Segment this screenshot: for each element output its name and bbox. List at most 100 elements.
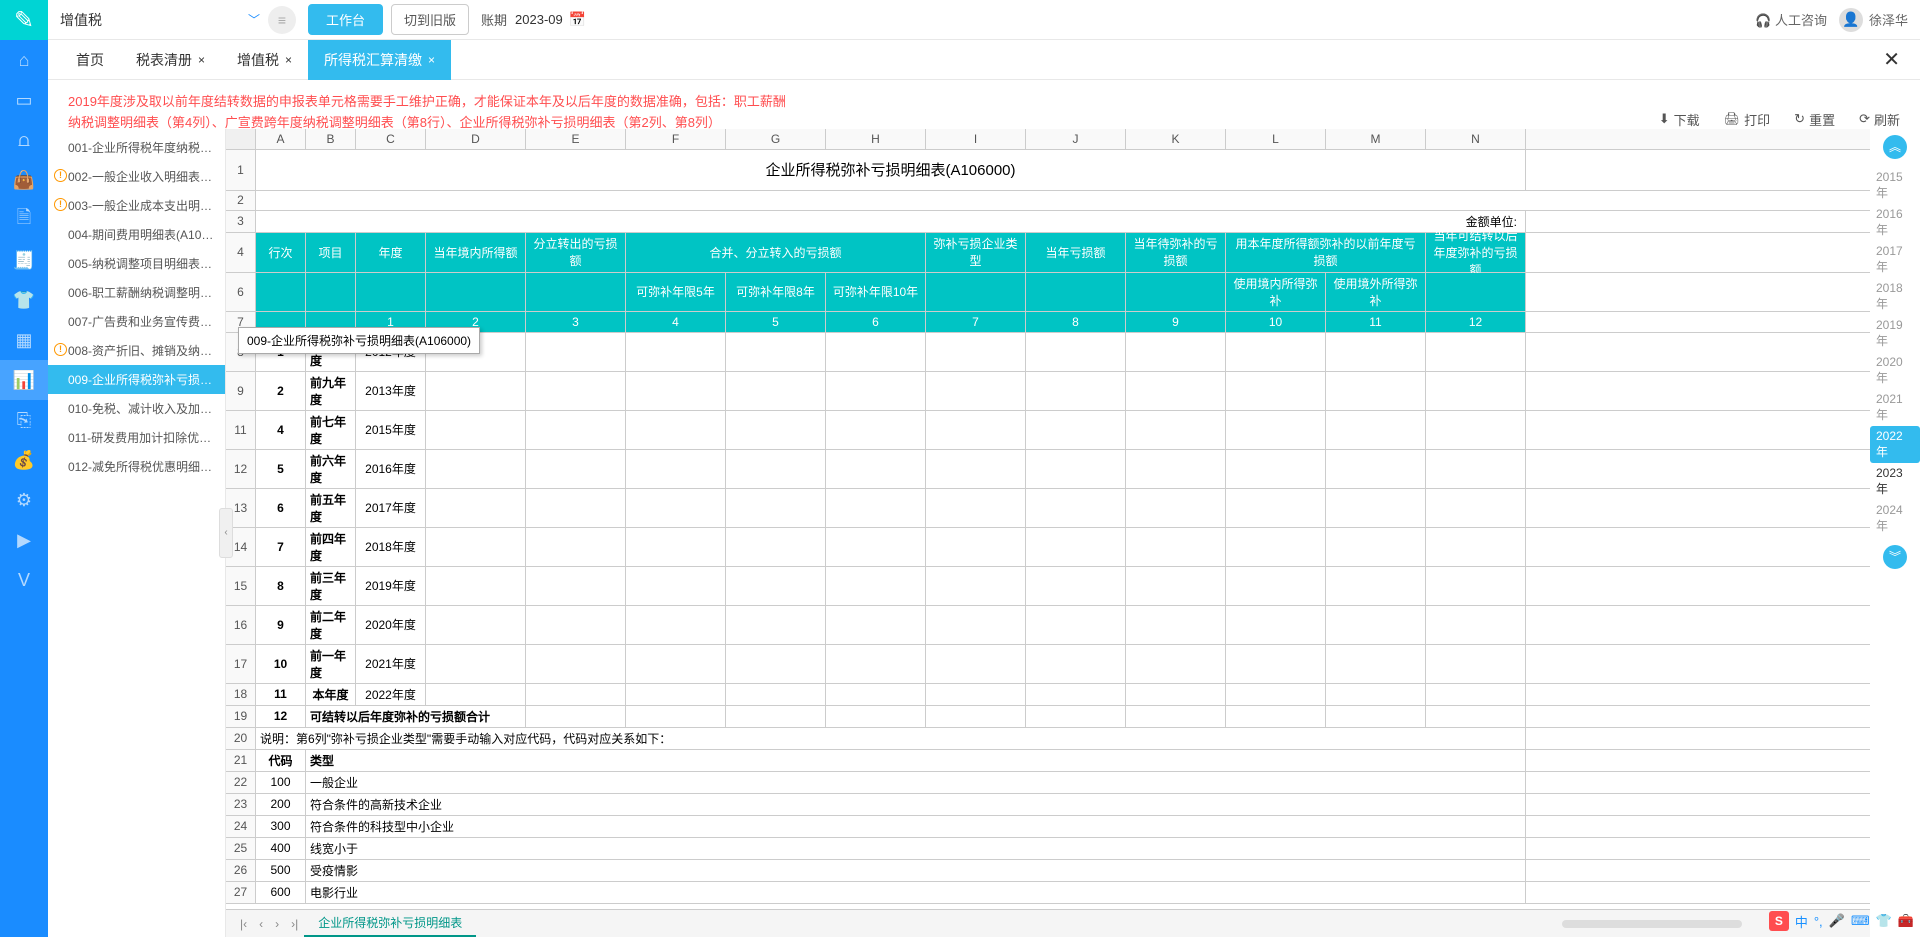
note[interactable]: 说明：第6列"弥补亏损企业类型"需要手动输入对应代码，代码对应关系如下： [256, 728, 1526, 749]
cell[interactable]: 合并、分立转入的亏损额 [626, 233, 926, 272]
sheet-item-8[interactable]: 009-企业所得税弥补亏损明... [48, 365, 225, 394]
cell[interactable] [526, 567, 626, 605]
sheet-item-2[interactable]: 003-一般企业成本支出明细... [48, 191, 225, 220]
cell[interactable] [1026, 645, 1126, 683]
cell[interactable] [426, 684, 526, 705]
cell[interactable]: 3 [526, 312, 626, 332]
cell[interactable] [426, 567, 526, 605]
module-dropdown[interactable]: 增值税 ﹀ [60, 10, 260, 30]
cell[interactable] [826, 333, 926, 371]
cell[interactable]: 符合条件的科技型中小企业 [306, 816, 1526, 837]
tab-close-icon[interactable]: × [285, 53, 292, 67]
oldver-button[interactable]: 切到旧版 [391, 4, 469, 35]
cell[interactable]: 7 [256, 528, 306, 566]
cell[interactable]: 2021年度 [356, 645, 426, 683]
cell[interactable]: 8 [256, 567, 306, 605]
cell[interactable] [1326, 645, 1426, 683]
row-header[interactable]: 21 [226, 750, 256, 771]
cell[interactable] [726, 333, 826, 371]
zoom-slider[interactable] [1562, 920, 1742, 928]
row-header[interactable]: 22 [226, 772, 256, 793]
collapse-handle[interactable]: ‹ [219, 508, 233, 558]
cell[interactable]: 2022年度 [356, 684, 426, 705]
row-header[interactable]: 2 [226, 191, 256, 210]
cell[interactable]: 可弥补年限5年 [626, 273, 726, 311]
cell[interactable]: 500 [256, 860, 306, 881]
col-header[interactable]: L [1226, 129, 1326, 149]
cell[interactable]: 符合条件的高新技术企业 [306, 794, 1526, 815]
ime-lang[interactable]: 中 [1795, 912, 1808, 931]
cell[interactable]: 12 [256, 706, 306, 727]
cell[interactable] [1326, 411, 1426, 449]
col-header[interactable]: G [726, 129, 826, 149]
ime-tool-icon[interactable]: 🧰 [1898, 913, 1914, 929]
cell[interactable] [1126, 411, 1226, 449]
workbench-button[interactable]: 工作台 [308, 4, 383, 35]
cell[interactable] [1226, 450, 1326, 488]
calendar-icon[interactable]: 📅 [569, 11, 586, 28]
cell[interactable] [1026, 372, 1126, 410]
cell[interactable] [726, 645, 826, 683]
cell[interactable]: 300 [256, 816, 306, 837]
year-2024年[interactable]: 2024年 [1870, 500, 1920, 537]
cell[interactable]: 2019年度 [356, 567, 426, 605]
col-header[interactable]: N [1426, 129, 1526, 149]
col-header[interactable]: C [356, 129, 426, 149]
cell[interactable] [726, 684, 826, 705]
row-header[interactable]: 11 [226, 411, 256, 449]
bag-icon[interactable]: 👜 [0, 160, 48, 200]
cell[interactable] [1426, 273, 1526, 311]
cell[interactable] [1326, 684, 1426, 705]
cell[interactable] [426, 606, 526, 644]
sheet-item-4[interactable]: 005-纳税调整项目明细表(A1... [48, 249, 225, 278]
grid[interactable]: 1企业所得税弥补亏损明细表(A106000)23金额单位:4行次项目年度当年境内… [226, 150, 1870, 909]
sheet-item-7[interactable]: 008-资产折旧、摊销及纳税... [48, 336, 225, 365]
row-header[interactable]: 25 [226, 838, 256, 859]
cell[interactable] [526, 606, 626, 644]
cell[interactable] [626, 333, 726, 371]
cell[interactable] [726, 567, 826, 605]
cell[interactable]: 6 [256, 489, 306, 527]
cell[interactable] [1326, 489, 1426, 527]
cell[interactable] [1026, 684, 1126, 705]
cell[interactable] [1026, 567, 1126, 605]
cell[interactable] [1426, 567, 1526, 605]
year-2022年[interactable]: 2022年 [1870, 426, 1920, 463]
cell[interactable] [726, 411, 826, 449]
row-header[interactable]: 9 [226, 372, 256, 410]
cell[interactable]: 2016年度 [356, 450, 426, 488]
cell[interactable] [1126, 450, 1226, 488]
cell[interactable] [726, 450, 826, 488]
cell[interactable]: 类型 [306, 750, 1526, 771]
cell[interactable] [826, 706, 926, 727]
sheet-tab-active[interactable]: 企业所得税弥补亏损明细表 [304, 910, 476, 937]
cell[interactable]: 分立转出的亏损额 [526, 233, 626, 272]
cell[interactable] [1426, 645, 1526, 683]
year-2017年[interactable]: 2017年 [1870, 241, 1920, 278]
cell[interactable] [256, 273, 306, 311]
cell[interactable] [1226, 645, 1326, 683]
cell[interactable] [1126, 645, 1226, 683]
cell[interactable] [726, 489, 826, 527]
ime-voice-icon[interactable]: 🎤 [1829, 913, 1845, 929]
cell[interactable]: 前六年度 [306, 450, 356, 488]
col-header[interactable]: K [1126, 129, 1226, 149]
cell[interactable] [826, 645, 926, 683]
cell[interactable] [1226, 684, 1326, 705]
cell[interactable]: 7 [926, 312, 1026, 332]
row-header[interactable]: 16 [226, 606, 256, 644]
cell[interactable] [826, 684, 926, 705]
tab-2[interactable]: 增值税× [221, 40, 308, 80]
row-header[interactable]: 23 [226, 794, 256, 815]
cell[interactable] [1326, 606, 1426, 644]
sheet-item-9[interactable]: 010-免税、减计收入及加计... [48, 394, 225, 423]
cell[interactable]: 2 [256, 372, 306, 410]
cell[interactable]: 12 [1426, 312, 1526, 332]
cell[interactable] [526, 645, 626, 683]
period-value[interactable]: 2023-09 [515, 12, 563, 27]
cell[interactable] [1326, 528, 1426, 566]
cell[interactable] [1426, 606, 1526, 644]
sync-icon[interactable]: ≡ [268, 6, 296, 34]
cell[interactable] [426, 645, 526, 683]
sheet-last-icon[interactable]: ›| [285, 917, 304, 931]
